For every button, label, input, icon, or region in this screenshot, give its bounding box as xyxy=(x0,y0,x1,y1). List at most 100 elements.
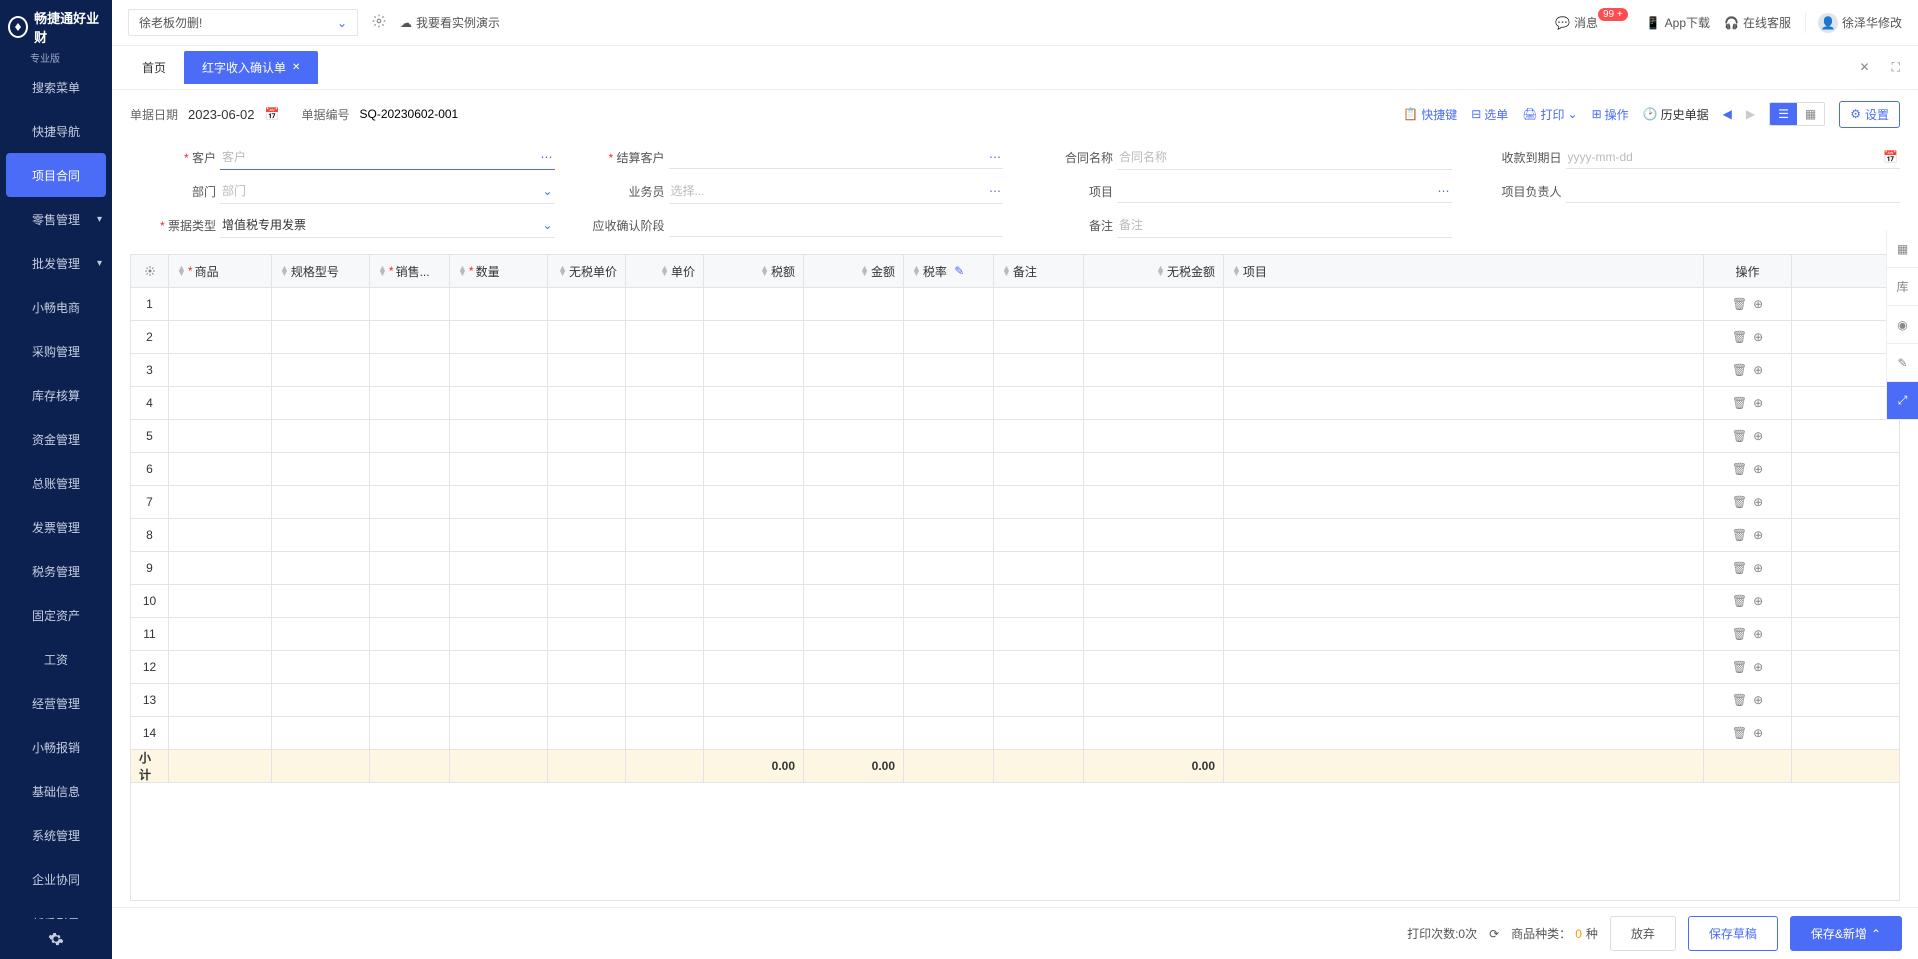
doc-date-value[interactable]: 2023-06-02 xyxy=(188,107,255,122)
delete-row-icon[interactable]: 🗑 xyxy=(1732,726,1747,740)
chevron-down-icon[interactable]: ⌄ xyxy=(542,184,552,198)
sidebar-item[interactable]: 快捷导航 xyxy=(0,109,112,153)
table-row[interactable]: 8 🗑 ⊕ xyxy=(131,519,1899,552)
sidebar-item[interactable]: 基础信息 xyxy=(0,769,112,813)
rail-table-icon[interactable]: ▦ xyxy=(1886,230,1918,268)
rail-expand-icon[interactable]: ⤢ xyxy=(1886,382,1918,420)
add-row-icon[interactable]: ⊕ xyxy=(1753,693,1763,707)
more-icon[interactable]: ⋯ xyxy=(541,150,553,164)
delete-row-icon[interactable]: 🗑 xyxy=(1732,330,1747,344)
sidebar-item[interactable]: 采购管理 xyxy=(0,329,112,373)
customer-input[interactable]: 客户 ⋯ xyxy=(220,144,555,170)
operate-button[interactable]: ⊞操作 xyxy=(1592,106,1629,123)
messages-link[interactable]: 💬 消息 99 + xyxy=(1555,14,1632,31)
add-row-icon[interactable]: ⊕ xyxy=(1753,660,1763,674)
history-button[interactable]: 🕑历史单据 xyxy=(1643,106,1709,123)
table-row[interactable]: 12 🗑 ⊕ xyxy=(131,651,1899,684)
add-row-icon[interactable]: ⊕ xyxy=(1753,561,1763,575)
tab-red-income-confirm[interactable]: 红字收入确认单 ✕ xyxy=(184,51,318,84)
invoice-type-select[interactable]: 增值税专用发票 ⌄ xyxy=(220,212,555,238)
select-doc-button[interactable]: ⊟选单 xyxy=(1471,106,1508,123)
add-row-icon[interactable]: ⊕ xyxy=(1753,363,1763,377)
sidebar-item[interactable]: 税务管理 xyxy=(0,549,112,593)
add-row-icon[interactable]: ⊕ xyxy=(1753,495,1763,509)
delete-row-icon[interactable]: 🗑 xyxy=(1732,693,1747,707)
add-row-icon[interactable]: ⊕ xyxy=(1753,396,1763,410)
table-row[interactable]: 7 🗑 ⊕ xyxy=(131,486,1899,519)
sidebar-item[interactable]: 企业协同 xyxy=(0,857,112,901)
contract-name-input[interactable]: 合同名称 xyxy=(1117,144,1452,170)
add-row-icon[interactable]: ⊕ xyxy=(1753,429,1763,443)
table-row[interactable]: 13 🗑 ⊕ xyxy=(131,684,1899,717)
next-doc-icon[interactable]: ▶ xyxy=(1746,107,1755,121)
table-row[interactable]: 5 🗑 ⊕ xyxy=(131,420,1899,453)
add-row-icon[interactable]: ⊕ xyxy=(1753,528,1763,542)
table-row[interactable]: 4 🗑 ⊕ xyxy=(131,387,1899,420)
delete-row-icon[interactable]: 🗑 xyxy=(1732,495,1747,509)
delete-row-icon[interactable]: 🗑 xyxy=(1732,660,1747,674)
rail-user-icon[interactable]: ◉ xyxy=(1886,306,1918,344)
table-row[interactable]: 10 🗑 ⊕ xyxy=(131,585,1899,618)
sidebar-item[interactable]: 项目合同 xyxy=(6,153,106,197)
app-download-link[interactable]: 📱 App下载 xyxy=(1646,14,1710,31)
sidebar-item[interactable]: 小畅电商 xyxy=(0,285,112,329)
add-row-icon[interactable]: ⊕ xyxy=(1753,594,1763,608)
view-card-icon[interactable]: ▦ xyxy=(1797,103,1824,125)
confirm-stage-input[interactable] xyxy=(669,213,1004,237)
refresh-print-icon[interactable]: ⟳ xyxy=(1489,927,1499,941)
table-row[interactable]: 14 🗑 ⊕ xyxy=(131,717,1899,750)
sidebar-item[interactable]: 小畅报销 xyxy=(0,725,112,769)
add-row-icon[interactable]: ⊕ xyxy=(1753,726,1763,740)
add-row-icon[interactable]: ⊕ xyxy=(1753,330,1763,344)
sidebar-item[interactable]: 固定资产 xyxy=(0,593,112,637)
delete-row-icon[interactable]: 🗑 xyxy=(1732,363,1747,377)
table-row[interactable]: 1 🗑 ⊕ xyxy=(131,288,1899,321)
sidebar-item[interactable]: 搜索菜单 xyxy=(0,65,112,109)
settings-gear[interactable] xyxy=(0,919,112,959)
project-input[interactable]: ⋯ xyxy=(1117,179,1452,203)
sidebar-item[interactable]: 零售管理▾ xyxy=(0,197,112,241)
print-button[interactable]: 🖨打印⌄ xyxy=(1522,106,1577,123)
salesperson-input[interactable]: 选择... ⋯ xyxy=(669,178,1004,204)
more-icon[interactable]: ⋯ xyxy=(989,150,1001,164)
rail-storage-icon[interactable]: 库 xyxy=(1886,268,1918,306)
table-row[interactable]: 6 🗑 ⊕ xyxy=(131,453,1899,486)
more-icon[interactable]: ⋯ xyxy=(1438,184,1450,198)
sidebar-item[interactable]: 资金管理 xyxy=(0,417,112,461)
due-date-input[interactable]: yyyy-mm-dd 📅 xyxy=(1566,145,1901,169)
delete-row-icon[interactable]: 🗑 xyxy=(1732,396,1747,410)
delete-row-icon[interactable]: 🗑 xyxy=(1732,429,1747,443)
support-link[interactable]: 🎧 在线客服 xyxy=(1724,14,1791,31)
save-draft-button[interactable]: 保存草稿 xyxy=(1688,916,1778,951)
discard-button[interactable]: 放弃 xyxy=(1610,916,1676,951)
settlement-customer-input[interactable]: ⋯ xyxy=(669,145,1004,169)
delete-row-icon[interactable]: 🗑 xyxy=(1732,462,1747,476)
account-settings-icon[interactable] xyxy=(372,14,386,31)
sidebar-item[interactable]: 工资 xyxy=(0,637,112,681)
tab-home[interactable]: 首页 xyxy=(124,51,184,84)
demo-link[interactable]: ☁ 我要看实例演示 xyxy=(400,14,500,31)
add-row-icon[interactable]: ⊕ xyxy=(1753,627,1763,641)
prev-doc-icon[interactable]: ◀ xyxy=(1723,107,1732,121)
delete-row-icon[interactable]: 🗑 xyxy=(1732,594,1747,608)
note-input[interactable]: 备注 xyxy=(1117,212,1452,238)
add-row-icon[interactable]: ⊕ xyxy=(1753,297,1763,311)
sidebar-item[interactable]: 总账管理 xyxy=(0,461,112,505)
project-manager-input[interactable] xyxy=(1566,179,1901,203)
delete-row-icon[interactable]: 🗑 xyxy=(1732,528,1747,542)
sidebar-item[interactable]: 新手引导 xyxy=(0,901,112,919)
calendar-icon[interactable]: 📅 xyxy=(265,107,280,121)
calendar-icon[interactable]: 📅 xyxy=(1883,150,1898,164)
table-row[interactable]: 9 🗑 ⊕ xyxy=(131,552,1899,585)
edit-icon[interactable]: ✎ xyxy=(954,264,964,278)
delete-row-icon[interactable]: 🗑 xyxy=(1732,297,1747,311)
add-row-icon[interactable]: ⊕ xyxy=(1753,462,1763,476)
table-row[interactable]: 11 🗑 ⊕ xyxy=(131,618,1899,651)
table-row[interactable]: 2 🗑 ⊕ xyxy=(131,321,1899,354)
user-menu[interactable]: 👤 徐泽华修改 xyxy=(1805,13,1902,33)
settings-button[interactable]: ⚙ 设置 xyxy=(1839,101,1900,128)
sidebar-item[interactable]: 系统管理 xyxy=(0,813,112,857)
department-input[interactable]: 部门 ⌄ xyxy=(220,178,555,204)
chevron-down-icon[interactable]: ⌄ xyxy=(542,218,552,232)
tab-fullscreen[interactable]: ⛶ xyxy=(1886,54,1906,81)
